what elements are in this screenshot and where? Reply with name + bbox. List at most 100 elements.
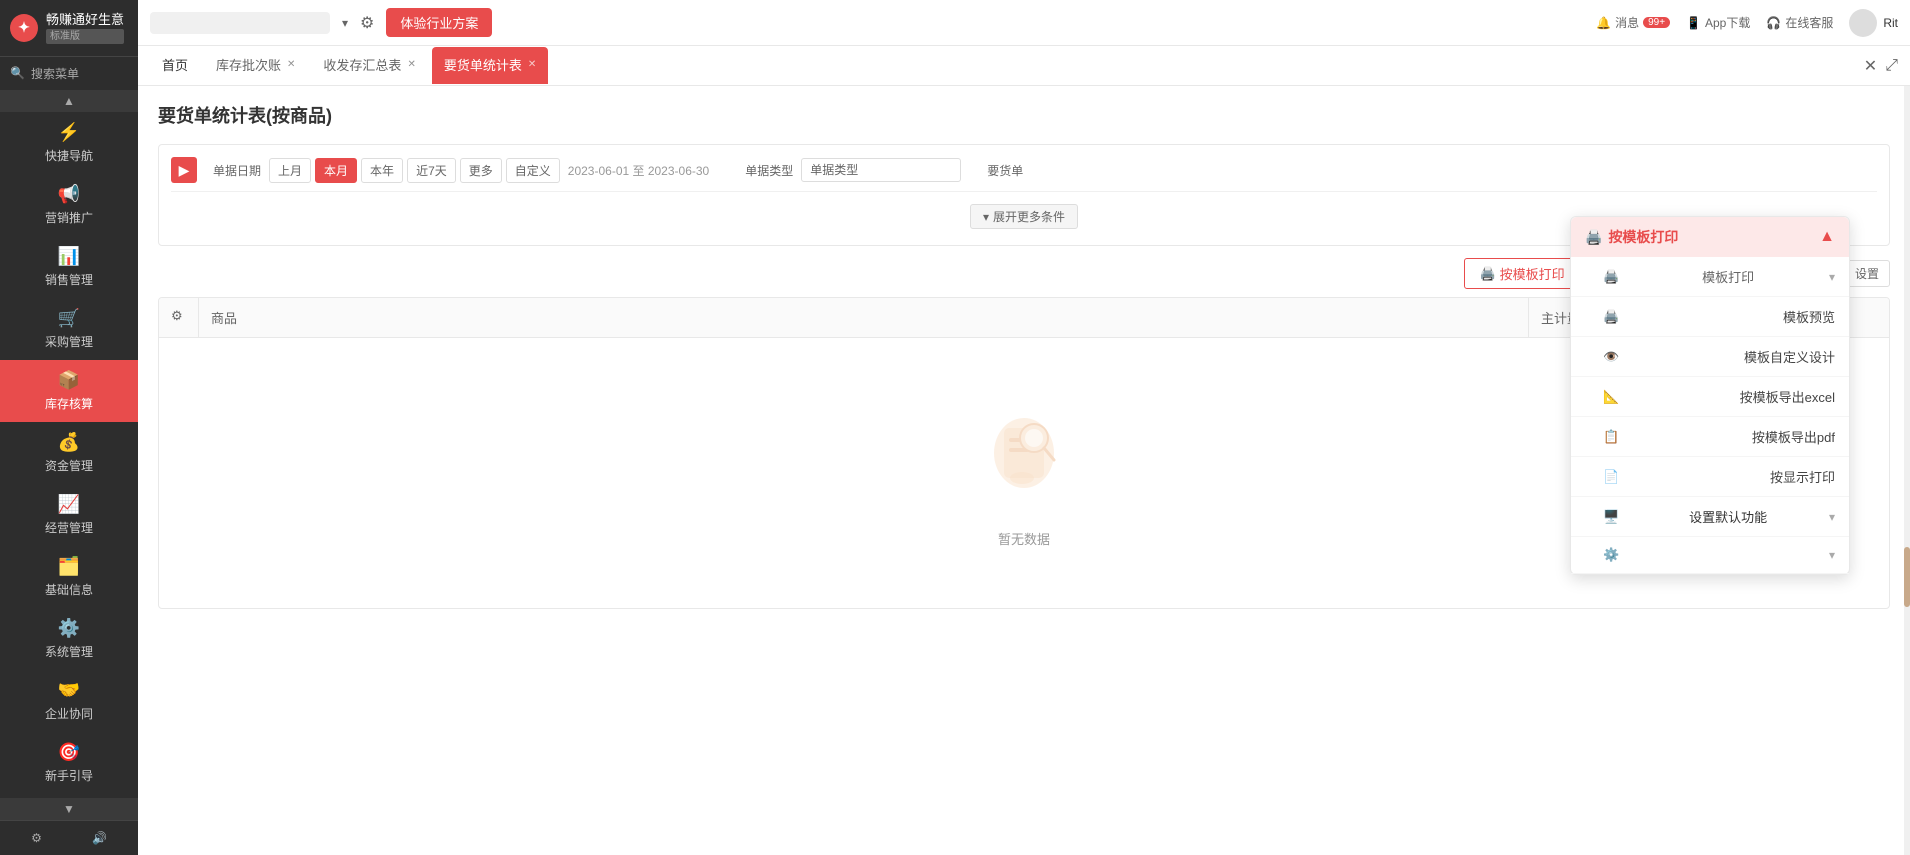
marketing-icon: 📢 (58, 184, 80, 205)
set-default-chevron: ▾ (1829, 548, 1835, 562)
display-print-chevron: ▾ (1829, 510, 1835, 524)
set-default-item[interactable]: ⚙️ ▾ (1571, 537, 1849, 574)
date-btn-custom[interactable]: 自定义 (506, 158, 560, 183)
scrollbar-thumb[interactable] (1904, 547, 1910, 607)
tab-close-collection-summary[interactable]: ✕ (407, 59, 415, 70)
bell-icon: 🔔 (1596, 16, 1611, 30)
chevron-right-icon: ▶ (179, 162, 190, 179)
template-preview-icon: 👁️ (1603, 349, 1619, 365)
scrollbar-track[interactable] (1904, 86, 1910, 855)
tab-order-stats[interactable]: 要货单统计表 ✕ (432, 47, 548, 84)
display-print-item[interactable]: 🖥️ 设置默认功能 ▾ (1571, 497, 1849, 537)
display-print-icon: 🖥️ (1603, 509, 1619, 525)
finance-icon: 💰 (58, 432, 80, 453)
filter-expand-icon[interactable]: ▶ (171, 157, 197, 183)
template-design-item[interactable]: 📐 按模板导出excel (1571, 377, 1849, 417)
template-preview-item[interactable]: 👁️ 模板自定义设计 (1571, 337, 1849, 377)
settings-bottom-icon: ⚙ (31, 831, 42, 845)
set-default-icon: ⚙️ (1603, 547, 1619, 563)
sidebar-item-system[interactable]: ⚙️ 系统管理 (0, 608, 138, 670)
date-btn-this-month[interactable]: 本月 (315, 158, 357, 183)
tabs-right-controls: ✕ ⤢ (1864, 56, 1898, 76)
sidebar-settings[interactable]: ⚙ (31, 831, 42, 845)
newbie-icon: 🎯 (58, 742, 80, 763)
sidebar: ✦ 畅赚通好生意 标准版 🔍 搜索菜单 ▲ ⚡ 快捷导航 📢 营销推广 📊 销售… (0, 0, 138, 855)
date-range-display: 2023-06-01 至 2023-06-30 (568, 162, 709, 179)
template-export-pdf-item[interactable]: 📄 按显示打印 (1571, 457, 1849, 497)
sidebar-item-inventory[interactable]: 📦 库存核算 (0, 360, 138, 422)
excel-icon: 📋 (1603, 429, 1619, 445)
date-btn-last-month[interactable]: 上月 (269, 158, 311, 183)
tab-collection-summary[interactable]: 收发存汇总表 ✕ (311, 47, 427, 84)
purchase-icon: 🛒 (58, 308, 80, 329)
sidebar-audio[interactable]: 🔊 (92, 831, 107, 845)
inventory-icon: 📦 (58, 370, 80, 391)
sales-icon: 📊 (58, 246, 80, 267)
expand-icon: ▾ (983, 210, 989, 224)
template-design-icon: 📐 (1603, 389, 1619, 405)
sidebar-item-finance[interactable]: 💰 资金管理 (0, 422, 138, 484)
sidebar-scroll-down[interactable]: ▼ (0, 798, 138, 820)
print-dropdown-header: 🖨️ 按模板打印 ▲ (1571, 217, 1849, 257)
tab-inventory-batch[interactable]: 库存批次账 ✕ (204, 47, 307, 84)
date-filter-section: 单据日期 上月 本月 本年 近7天 更多 自定义 2023-06-01 至 20… (213, 158, 709, 183)
sidebar-scroll-up[interactable]: ▲ (0, 90, 138, 112)
printer-icon: 🖨️ (1585, 229, 1602, 246)
sidebar-nav: ⚡ 快捷导航 📢 营销推广 📊 销售管理 🛒 采购管理 📦 库存核算 💰 资金管… (0, 112, 138, 798)
tab-close-window-icon[interactable]: ✕ (1864, 56, 1877, 76)
empty-text: 暂无数据 (998, 529, 1050, 548)
user-profile[interactable]: Rit (1849, 9, 1898, 37)
col-goods: 商品 (199, 298, 1529, 337)
tab-close-inventory-batch[interactable]: ✕ (287, 59, 295, 70)
date-btn-this-year[interactable]: 本年 (361, 158, 403, 183)
experience-btn[interactable]: 体验行业方案 (386, 8, 492, 37)
search-menu[interactable]: 🔍 搜索菜单 (0, 57, 138, 90)
notifications[interactable]: 🔔 消息 99+ (1596, 14, 1670, 31)
template-print-icon: 🖨️ (1603, 309, 1619, 325)
type-filter-label: 单据类型 (745, 162, 793, 179)
sidebar-item-newbie[interactable]: 🎯 新手引导 (0, 732, 138, 794)
topbar-right: 🔔 消息 99+ 📱 App下载 🎧 在线客服 Rit (1596, 9, 1898, 37)
col-settings[interactable]: ⚙ (159, 298, 199, 337)
tab-close-order-stats[interactable]: ✕ (528, 59, 536, 70)
sidebar-item-sales[interactable]: 📊 销售管理 (0, 236, 138, 298)
online-service[interactable]: 🎧 在线客服 (1766, 14, 1833, 31)
pdf-icon: 📄 (1603, 469, 1619, 485)
topbar-dropdown[interactable]: ▾ (342, 16, 348, 30)
sidebar-item-purchase[interactable]: 🛒 采购管理 (0, 298, 138, 360)
empty-illustration (974, 398, 1074, 517)
page-title: 要货单统计表(按商品) (158, 102, 1890, 128)
date-btn-more[interactable]: 更多 (460, 158, 502, 183)
print-current-icon: 🖨️ (1603, 269, 1619, 285)
app-download[interactable]: 📱 App下载 (1686, 14, 1750, 31)
template-export-excel-item[interactable]: 📋 按模板导出pdf (1571, 417, 1849, 457)
template-print-item[interactable]: 🖨️ 模板预览 (1571, 297, 1849, 337)
date-filter-label: 单据日期 (213, 162, 261, 179)
sidebar-item-operations[interactable]: 📈 经营管理 (0, 484, 138, 546)
print-dropdown-close-icon[interactable]: ▲ (1819, 228, 1835, 246)
topbar-search-input[interactable] (150, 12, 330, 34)
tab-home[interactable]: 首页 (150, 47, 200, 84)
sidebar-item-basic[interactable]: 🗂️ 基础信息 (0, 546, 138, 608)
date-btn-last-7-days[interactable]: 近7天 (407, 158, 456, 183)
basic-icon: 🗂️ (58, 556, 80, 577)
sidebar-item-marketing[interactable]: 📢 营销推广 (0, 174, 138, 236)
avatar (1849, 9, 1877, 37)
page-content: 要货单统计表(按商品) ▶ 单据日期 上月 本月 本年 近7天 更多 自定义 (138, 86, 1910, 855)
type-filter-section: 单据类型 单据类型 (745, 158, 961, 182)
print-current-item[interactable]: 🖨️ 模板打印 ▾ (1571, 257, 1849, 297)
expand-more-btn[interactable]: ▾ 展开更多条件 (970, 204, 1078, 229)
search-icon: 🔍 (10, 66, 25, 80)
sidebar-item-enterprise[interactable]: 🤝 企业协同 (0, 670, 138, 732)
username: Rit (1883, 16, 1898, 30)
table-settings-btn[interactable]: 设置 (1844, 260, 1890, 287)
topbar: ▾ ⚙ 体验行业方案 🔔 消息 99+ 📱 App下载 🎧 在线客服 Rit (138, 0, 1910, 46)
topbar-gear-icon[interactable]: ⚙ (360, 13, 374, 33)
date-buttons: 上月 本月 本年 近7天 更多 自定义 (269, 158, 560, 183)
headset-icon: 🎧 (1766, 16, 1781, 30)
sidebar-item-quick-nav[interactable]: ⚡ 快捷导航 (0, 112, 138, 174)
tabs-bar: 首页 库存批次账 ✕ 收发存汇总表 ✕ 要货单统计表 ✕ ✕ ⤢ (138, 46, 1910, 86)
type-select[interactable]: 单据类型 (801, 158, 961, 182)
type-select-wrapper: 单据类型 (801, 158, 961, 182)
tab-maximize-icon[interactable]: ⤢ (1885, 57, 1898, 75)
